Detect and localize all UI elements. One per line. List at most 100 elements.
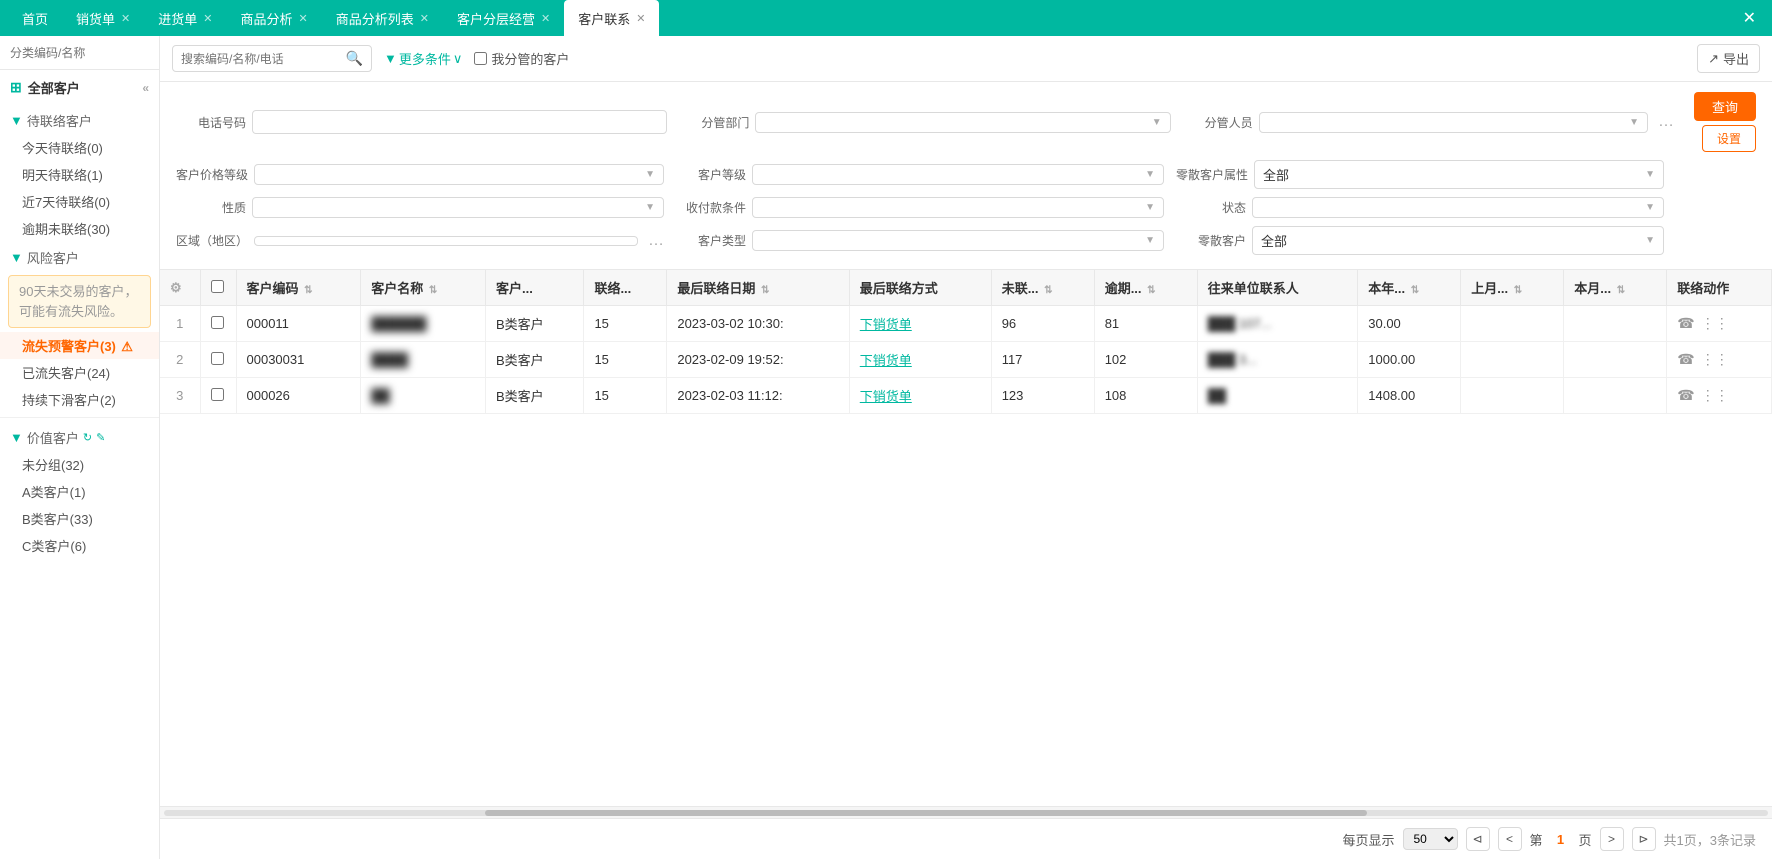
price-level-select[interactable]: ▼	[254, 164, 664, 185]
sidebar-item-b-class[interactable]: B类客户(33)	[0, 505, 159, 532]
contact-way-link-1[interactable]: 下销货单	[860, 353, 912, 368]
sidebar-group-risk[interactable]: ▼ 风险客户	[0, 242, 159, 271]
cell-way-1[interactable]: 下销货单	[849, 342, 991, 378]
tab-customer-contact-close[interactable]: ✕	[636, 12, 645, 25]
contact-way-link-2[interactable]: 下销货单	[860, 389, 912, 404]
edit-icon[interactable]: ✎	[96, 431, 105, 444]
sort-icon-code[interactable]: ⇅	[304, 285, 312, 296]
sort-icon-overdue[interactable]: ⇅	[1147, 285, 1155, 296]
th-gear[interactable]: ⚙	[160, 270, 200, 306]
action-contact-icon-1[interactable]: ☎	[1677, 351, 1694, 368]
sidebar-all-customers[interactable]: ⊞ 全部客户 «	[0, 70, 159, 105]
dept-select[interactable]: ▼	[755, 112, 1170, 133]
tab-purchase-close[interactable]: ✕	[203, 12, 212, 25]
filter-search-box[interactable]: 🔍	[172, 45, 372, 72]
per-page-label: 每页显示	[1342, 830, 1394, 849]
row-checkbox-2[interactable]	[211, 388, 224, 401]
sidebar-item-7days[interactable]: 近7天待联络(0)	[0, 188, 159, 215]
sidebar-item-churned[interactable]: 已流失客户(24)	[0, 359, 159, 386]
cell-this-month-2	[1564, 378, 1667, 414]
next-page-button[interactable]: >	[1600, 827, 1624, 851]
zero-attr-select[interactable]: 全部 ▼	[1254, 160, 1664, 189]
tab-analysis-list-close[interactable]: ✕	[420, 12, 429, 25]
phone-input[interactable]	[252, 110, 667, 134]
advanced-filter-panel: 电话号码 分管部门 ▼ 分管人员 ▼ …	[160, 82, 1772, 270]
contact-way-link-0[interactable]: 下销货单	[860, 317, 912, 332]
sidebar-group-pending[interactable]: ▼ 待联络客户	[0, 105, 159, 134]
tab-purchase[interactable]: 进货单 ✕	[144, 0, 226, 36]
cell-checkbox-1[interactable]	[200, 342, 236, 378]
cell-way-0[interactable]: 下销货单	[849, 306, 991, 342]
window-close-button[interactable]: ✕	[1735, 8, 1764, 28]
tab-analysis[interactable]: 商品分析 ✕	[226, 0, 321, 36]
sort-icon-year[interactable]: ⇅	[1411, 285, 1419, 296]
tab-analysis-list[interactable]: 商品分析列表 ✕	[322, 0, 443, 36]
tab-analysis-close[interactable]: ✕	[299, 12, 308, 25]
cell-checkbox-2[interactable]	[200, 378, 236, 414]
tab-home[interactable]: 首页	[8, 0, 62, 36]
tab-sales[interactable]: 销货单 ✕	[62, 0, 144, 36]
select-all-checkbox[interactable]	[211, 280, 224, 293]
sidebar-item-declining[interactable]: 持续下滑客户(2)	[0, 386, 159, 413]
tab-customer-contact[interactable]: 客户联系 ✕	[564, 0, 659, 36]
status-label: 状态	[1176, 199, 1246, 216]
cell-not-contacted-2: 123	[991, 378, 1094, 414]
cell-checkbox-0[interactable]	[200, 306, 236, 342]
payment-select[interactable]: ▼	[752, 197, 1164, 218]
tab-sales-close[interactable]: ✕	[121, 12, 130, 25]
horizontal-scrollbar[interactable]	[160, 806, 1772, 818]
export-button[interactable]: ↗ 导出	[1697, 44, 1760, 73]
sidebar-item-tomorrow[interactable]: 明天待联络(1)	[0, 161, 159, 188]
sort-icon-last-month[interactable]: ⇅	[1514, 285, 1522, 296]
more-conditions-button[interactable]: ▼ 更多条件 ∨	[384, 49, 462, 68]
sidebar-item-today[interactable]: 今天待联络(0)	[0, 134, 159, 161]
action-more-icon-0[interactable]: ⋮⋮	[1701, 315, 1729, 332]
my-customers-checkbox[interactable]	[474, 52, 487, 65]
person-select[interactable]: ▼	[1259, 112, 1648, 133]
sort-icon-not-contacted[interactable]: ⇅	[1044, 285, 1052, 296]
cell-way-2[interactable]: 下销货单	[849, 378, 991, 414]
region-select[interactable]	[254, 236, 638, 246]
sort-icon-name[interactable]: ⇅	[429, 285, 437, 296]
row-checkbox-0[interactable]	[211, 316, 224, 329]
sidebar-item-overdue[interactable]: 逾期未联络(30)	[0, 215, 159, 242]
action-contact-icon-0[interactable]: ☎	[1677, 315, 1694, 332]
th-checkbox[interactable]	[200, 270, 236, 306]
sidebar-item-ungroup[interactable]: 未分组(32)	[0, 451, 159, 478]
last-page-button[interactable]: ⊳	[1632, 827, 1656, 851]
refresh-icon[interactable]: ↻	[83, 431, 92, 444]
person-more-icon[interactable]: …	[1658, 113, 1674, 131]
customer-type-select[interactable]: ▼	[752, 230, 1164, 251]
settings-button[interactable]: 设置	[1702, 125, 1756, 152]
scroll-thumb[interactable]	[485, 810, 1367, 816]
action-more-icon-1[interactable]: ⋮⋮	[1701, 351, 1729, 368]
my-customers-checkbox-group[interactable]: 我分管的客户	[474, 49, 569, 68]
nature-select[interactable]: ▼	[252, 197, 664, 218]
action-contact-icon-2[interactable]: ☎	[1677, 387, 1694, 404]
query-button[interactable]: 查询	[1694, 92, 1756, 121]
prev-page-button[interactable]: <	[1498, 827, 1522, 851]
tab-customer-layer-close[interactable]: ✕	[541, 12, 550, 25]
filter-search-input[interactable]	[181, 52, 346, 66]
sort-icon-date[interactable]: ⇅	[761, 285, 769, 296]
action-more-icon-2[interactable]: ⋮⋮	[1701, 387, 1729, 404]
region-more-icon[interactable]: …	[648, 232, 664, 250]
search-orange-icon[interactable]: 🔍	[346, 50, 363, 67]
sidebar-item-a-class[interactable]: A类客户(1)	[0, 478, 159, 505]
sidebar-group-value[interactable]: ▼ 价值客户 ↻ ✎	[0, 422, 159, 451]
gear-icon[interactable]: ⚙	[170, 280, 182, 295]
sidebar-item-c-class[interactable]: C类客户(6)	[0, 532, 159, 559]
export-icon: ↗	[1708, 51, 1719, 67]
tab-customer-layer[interactable]: 客户分层经营 ✕	[443, 0, 564, 36]
sort-icon-this-month[interactable]: ⇅	[1617, 285, 1625, 296]
per-page-select[interactable]: 50 100 200	[1403, 828, 1458, 850]
collapse-icon: «	[142, 81, 149, 95]
scroll-track[interactable]	[164, 810, 1768, 816]
sidebar-search-input[interactable]	[10, 46, 160, 60]
row-checkbox-1[interactable]	[211, 352, 224, 365]
first-page-button[interactable]: ⊲	[1466, 827, 1490, 851]
customer-level-select[interactable]: ▼	[752, 164, 1164, 185]
zero-customer-select[interactable]: 全部 ▼	[1252, 226, 1664, 255]
status-select[interactable]: ▼	[1252, 197, 1664, 218]
sidebar-item-churn-warning[interactable]: 流失预警客户(3) ⚠	[0, 332, 159, 359]
